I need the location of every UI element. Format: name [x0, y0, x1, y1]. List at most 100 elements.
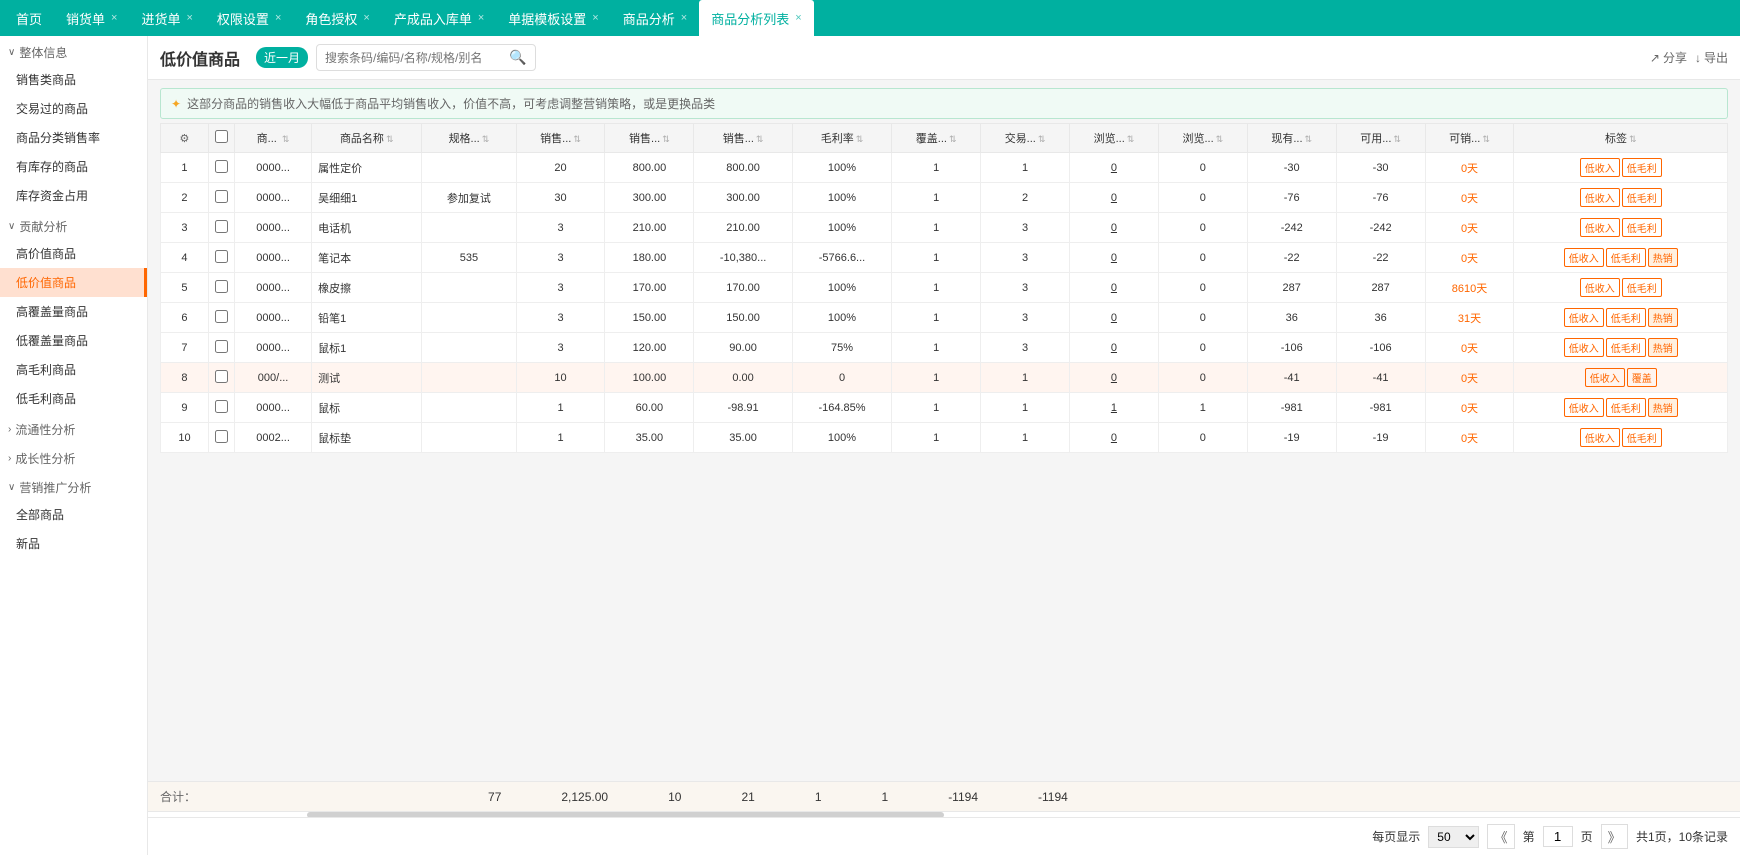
view1-link[interactable]: 0: [1111, 342, 1117, 354]
col-sale-profit[interactable]: 销售...⇅: [694, 124, 792, 153]
close-icon[interactable]: ×: [186, 12, 192, 24]
view1-link[interactable]: 0: [1111, 192, 1117, 204]
sidebar-group-overview-title[interactable]: ∨ 整体信息: [0, 36, 147, 65]
row-checkbox-cell[interactable]: [208, 423, 234, 453]
col-sale-amount[interactable]: 销售...⇅: [605, 124, 694, 153]
row-checkbox[interactable]: [215, 400, 228, 413]
col-available[interactable]: 可用...⇅: [1336, 124, 1425, 153]
view1-link[interactable]: 0: [1111, 372, 1117, 384]
row-view1[interactable]: 0: [1070, 213, 1159, 243]
sidebar-group-growth-title[interactable]: › 成长性分析: [0, 442, 147, 471]
sidebar-group-flow-title[interactable]: › 流通性分析: [0, 413, 147, 442]
col-code[interactable]: 商... ⇅: [234, 124, 311, 153]
view1-link[interactable]: 0: [1111, 162, 1117, 174]
row-view1[interactable]: 0: [1070, 363, 1159, 393]
sidebar-item-low-margin[interactable]: 低毛利商品: [0, 384, 147, 413]
select-all-checkbox[interactable]: [215, 130, 228, 143]
col-name[interactable]: 商品名称⇅: [312, 124, 422, 153]
col-coverage[interactable]: 覆盖...⇅: [892, 124, 981, 153]
view1-link[interactable]: 0: [1111, 282, 1117, 294]
view1-link[interactable]: 0: [1111, 222, 1117, 234]
sidebar-item-low-value[interactable]: 低价值商品: [0, 268, 147, 297]
row-view1[interactable]: 0: [1070, 333, 1159, 363]
search-input[interactable]: [325, 51, 505, 65]
row-checkbox-cell[interactable]: [208, 243, 234, 273]
row-view1[interactable]: 0: [1070, 153, 1159, 183]
row-checkbox-cell[interactable]: [208, 153, 234, 183]
view1-link[interactable]: 0: [1111, 252, 1117, 264]
sidebar-group-contribution-title[interactable]: ∨ 贡献分析: [0, 210, 147, 239]
close-icon[interactable]: ×: [363, 12, 369, 24]
col-current[interactable]: 现有...⇅: [1247, 124, 1336, 153]
row-checkbox[interactable]: [215, 340, 228, 353]
row-checkbox[interactable]: [215, 430, 228, 443]
col-view1[interactable]: 浏览...⇅: [1070, 124, 1159, 153]
page-number-input[interactable]: [1543, 826, 1573, 847]
sidebar-item-traded-products[interactable]: 交易过的商品: [0, 94, 147, 123]
row-checkbox-cell[interactable]: [208, 363, 234, 393]
sidebar-item-new-products[interactable]: 新品: [0, 529, 147, 558]
nav-sales-order[interactable]: 销货单 ×: [54, 0, 129, 36]
search-icon[interactable]: 🔍: [509, 49, 526, 66]
close-icon[interactable]: ×: [681, 12, 687, 24]
sidebar-item-category-rate[interactable]: 商品分类销售率: [0, 123, 147, 152]
share-button[interactable]: ↗ 分享: [1650, 49, 1687, 66]
row-view1[interactable]: 0: [1070, 303, 1159, 333]
close-icon[interactable]: ×: [478, 12, 484, 24]
col-saleable[interactable]: 可销...⇅: [1425, 124, 1514, 153]
col-spec[interactable]: 规格...⇅: [422, 124, 516, 153]
sidebar-group-marketing-title[interactable]: ∨ 营销推广分析: [0, 471, 147, 500]
row-checkbox-cell[interactable]: [208, 393, 234, 423]
row-view1[interactable]: 0: [1070, 423, 1159, 453]
col-sale-qty[interactable]: 销售...⇅: [516, 124, 605, 153]
col-tags[interactable]: 标签⇅: [1514, 124, 1728, 153]
nav-product-analysis-list[interactable]: 商品分析列表 ×: [699, 0, 813, 36]
sidebar-item-high-coverage[interactable]: 高覆盖量商品: [0, 297, 147, 326]
row-view1[interactable]: 0: [1070, 273, 1159, 303]
view1-link[interactable]: 1: [1111, 402, 1117, 414]
nav-role-auth[interactable]: 角色授权 ×: [293, 0, 381, 36]
row-checkbox-cell[interactable]: [208, 303, 234, 333]
search-box[interactable]: 🔍: [316, 44, 536, 71]
nav-template[interactable]: 单据模板设置 ×: [496, 0, 610, 36]
row-checkbox-cell[interactable]: [208, 183, 234, 213]
sidebar-item-high-margin[interactable]: 高毛利商品: [0, 355, 147, 384]
close-icon[interactable]: ×: [592, 12, 598, 24]
nav-production[interactable]: 产成品入库单 ×: [382, 0, 496, 36]
close-icon[interactable]: ×: [795, 12, 801, 24]
row-checkbox[interactable]: [215, 370, 228, 383]
row-checkbox-cell[interactable]: [208, 213, 234, 243]
sidebar-item-stock-capital[interactable]: 库存资金占用: [0, 181, 147, 210]
col-gear[interactable]: ⚙: [161, 124, 209, 153]
nav-permission[interactable]: 权限设置 ×: [205, 0, 293, 36]
view1-link[interactable]: 0: [1111, 432, 1117, 444]
close-icon[interactable]: ×: [275, 12, 281, 24]
row-checkbox[interactable]: [215, 250, 228, 263]
row-view1[interactable]: 1: [1070, 393, 1159, 423]
row-checkbox[interactable]: [215, 160, 228, 173]
per-page-select[interactable]: 50 100 200: [1428, 826, 1479, 848]
col-view2[interactable]: 浏览...⇅: [1158, 124, 1247, 153]
row-checkbox[interactable]: [215, 220, 228, 233]
row-view1[interactable]: 0: [1070, 183, 1159, 213]
period-tag[interactable]: 近一月: [256, 47, 308, 68]
sidebar-item-high-value[interactable]: 高价值商品: [0, 239, 147, 268]
row-checkbox-cell[interactable]: [208, 273, 234, 303]
sidebar-item-sales-products[interactable]: 销售类商品: [0, 65, 147, 94]
row-checkbox[interactable]: [215, 190, 228, 203]
sidebar-item-all-products[interactable]: 全部商品: [0, 500, 147, 529]
col-margin[interactable]: 毛利率⇅: [792, 124, 891, 153]
row-view1[interactable]: 0: [1070, 243, 1159, 273]
col-transaction[interactable]: 交易...⇅: [981, 124, 1070, 153]
close-icon[interactable]: ×: [111, 12, 117, 24]
nav-home[interactable]: 首页: [4, 0, 54, 36]
nav-product-analysis[interactable]: 商品分析 ×: [611, 0, 699, 36]
first-page-button[interactable]: 《: [1487, 824, 1514, 849]
view1-link[interactable]: 0: [1111, 312, 1117, 324]
sidebar-item-stocked-products[interactable]: 有库存的商品: [0, 152, 147, 181]
row-checkbox[interactable]: [215, 280, 228, 293]
last-page-button[interactable]: 》: [1601, 824, 1628, 849]
sidebar-item-low-coverage[interactable]: 低覆盖量商品: [0, 326, 147, 355]
row-checkbox[interactable]: [215, 310, 228, 323]
export-button[interactable]: ↓ 导出: [1695, 49, 1728, 66]
